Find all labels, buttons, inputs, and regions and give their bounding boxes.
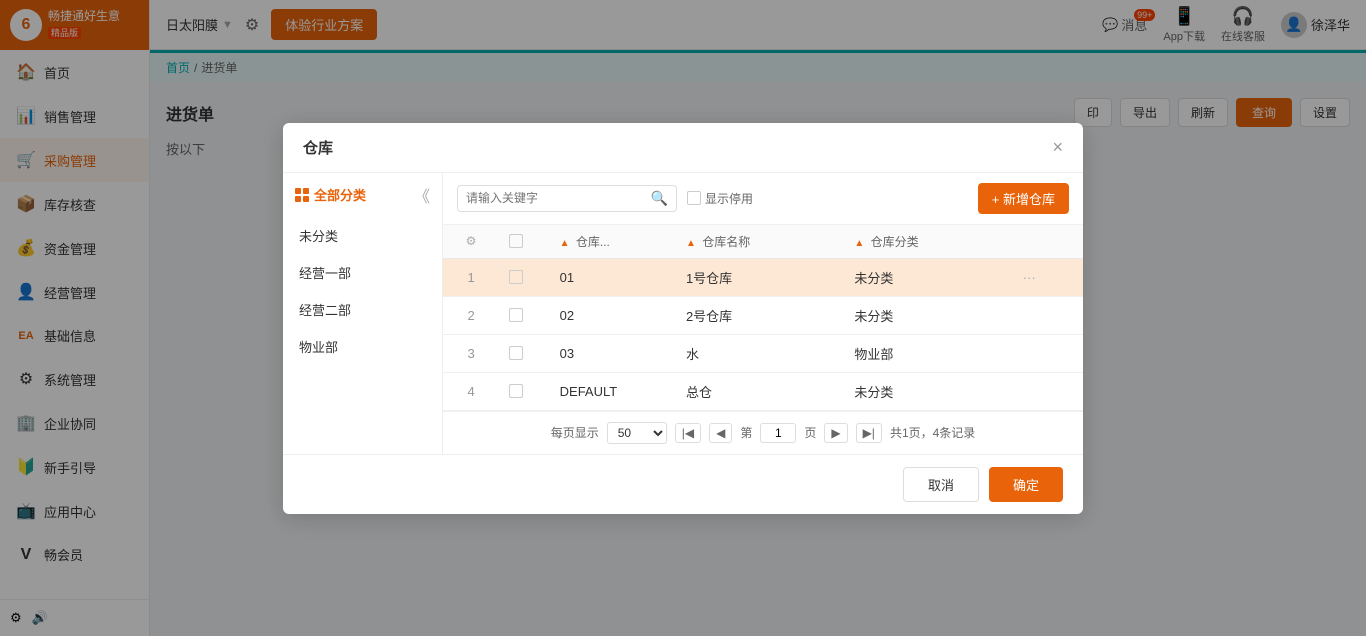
show-disabled-toggle: 显示停用 <box>687 190 753 207</box>
col-header-category: ▲ 仓库分类 <box>844 225 1012 259</box>
sort-icon-category: ▲ <box>854 238 864 249</box>
dialog-title: 仓库 <box>303 137 333 158</box>
collapse-panel-icon[interactable]: 《 <box>414 183 430 207</box>
dialog-footer: 取消 确定 <box>283 454 1083 514</box>
sort-icon-code: ▲ <box>560 238 570 249</box>
table-row[interactable]: 1 01 1号仓库 未分类 ··· <box>443 258 1083 296</box>
table-row[interactable]: 2 02 2号仓库 未分类 <box>443 296 1083 334</box>
sort-icon-name: ▲ <box>686 238 696 249</box>
row-checkbox <box>499 334 550 372</box>
row-actions <box>1013 372 1083 410</box>
dialog-body: 全部分类 《 未分类 经营一部 经营二部 物业部 <box>283 173 1083 454</box>
grid-icon <box>295 188 309 202</box>
row-select-checkbox[interactable] <box>509 308 523 322</box>
page-size-select[interactable]: 50 <box>607 422 667 444</box>
row-code: DEFAULT <box>550 372 676 410</box>
col-header-actions <box>1013 225 1083 259</box>
row-code: 03 <box>550 334 676 372</box>
last-page-btn[interactable]: ▶| <box>856 423 882 443</box>
row-name: 水 <box>676 334 844 372</box>
row-checkbox <box>499 296 550 334</box>
row-num: 2 <box>443 296 499 334</box>
category-panel-header: 全部分类 《 <box>283 173 442 217</box>
all-category-btn[interactable]: 全部分类 <box>295 185 366 204</box>
row-category: 未分类 <box>844 296 1012 334</box>
dialog-header: 仓库 × <box>283 123 1083 173</box>
next-page-btn[interactable]: ▶ <box>824 423 847 443</box>
row-actions[interactable]: ··· <box>1013 258 1083 296</box>
row-name: 2号仓库 <box>676 296 844 334</box>
category-item-unclassified[interactable]: 未分类 <box>283 217 442 254</box>
row-category: 物业部 <box>844 334 1012 372</box>
col-header-code: ▲ 仓库... <box>550 225 676 259</box>
search-input[interactable] <box>466 191 647 205</box>
row-code: 02 <box>550 296 676 334</box>
prev-page-btn[interactable]: ◀ <box>709 423 732 443</box>
row-select-checkbox[interactable] <box>509 270 523 284</box>
row-actions <box>1013 334 1083 372</box>
col-header-name: ▲ 仓库名称 <box>676 225 844 259</box>
col-header-settings: ⚙ <box>443 225 499 259</box>
row-code: 01 <box>550 258 676 296</box>
warehouse-list-panel: 🔍 显示停用 + 新增仓库 ⚙ <box>443 173 1083 454</box>
warehouse-toolbar: 🔍 显示停用 + 新增仓库 <box>443 173 1083 225</box>
row-select-checkbox[interactable] <box>509 346 523 360</box>
table-row[interactable]: 3 03 水 物业部 <box>443 334 1083 372</box>
row-name: 总仓 <box>676 372 844 410</box>
dialog-close-icon[interactable]: × <box>1052 138 1063 156</box>
row-select-checkbox[interactable] <box>509 384 523 398</box>
search-icon: 🔍 <box>651 190 668 207</box>
row-num: 3 <box>443 334 499 372</box>
table-row[interactable]: 4 DEFAULT 总仓 未分类 <box>443 372 1083 410</box>
warehouse-dialog: 仓库 × 全部分类 《 未分类 <box>283 123 1083 514</box>
row-actions <box>1013 296 1083 334</box>
add-warehouse-btn[interactable]: + 新增仓库 <box>978 183 1069 214</box>
warehouse-table: ⚙ ▲ 仓库... ▲ 仓库名称 <box>443 225 1083 411</box>
category-item-property[interactable]: 物业部 <box>283 328 442 365</box>
pagination-bar: 每页显示 50 |◀ ◀ 第 页 ▶ ▶| 共1页，4条记录 <box>443 411 1083 454</box>
warehouse-table-container: ⚙ ▲ 仓库... ▲ 仓库名称 <box>443 225 1083 411</box>
confirm-btn[interactable]: 确定 <box>989 467 1063 502</box>
select-all-checkbox[interactable] <box>509 234 523 248</box>
category-panel: 全部分类 《 未分类 经营一部 经营二部 物业部 <box>283 173 443 454</box>
row-num: 4 <box>443 372 499 410</box>
category-item-dept2[interactable]: 经营二部 <box>283 291 442 328</box>
col-header-checkbox <box>499 225 550 259</box>
category-list: 未分类 经营一部 经营二部 物业部 <box>283 217 442 454</box>
first-page-btn[interactable]: |◀ <box>675 423 701 443</box>
modal-overlay: 仓库 × 全部分类 《 未分类 <box>0 0 1366 636</box>
show-disabled-checkbox[interactable] <box>687 191 701 205</box>
row-name: 1号仓库 <box>676 258 844 296</box>
search-box: 🔍 <box>457 185 677 212</box>
row-checkbox <box>499 258 550 296</box>
row-category: 未分类 <box>844 372 1012 410</box>
row-num: 1 <box>443 258 499 296</box>
category-item-dept1[interactable]: 经营一部 <box>283 254 442 291</box>
cancel-btn[interactable]: 取消 <box>903 467 979 502</box>
row-checkbox <box>499 372 550 410</box>
row-category: 未分类 <box>844 258 1012 296</box>
page-input[interactable] <box>760 423 796 443</box>
